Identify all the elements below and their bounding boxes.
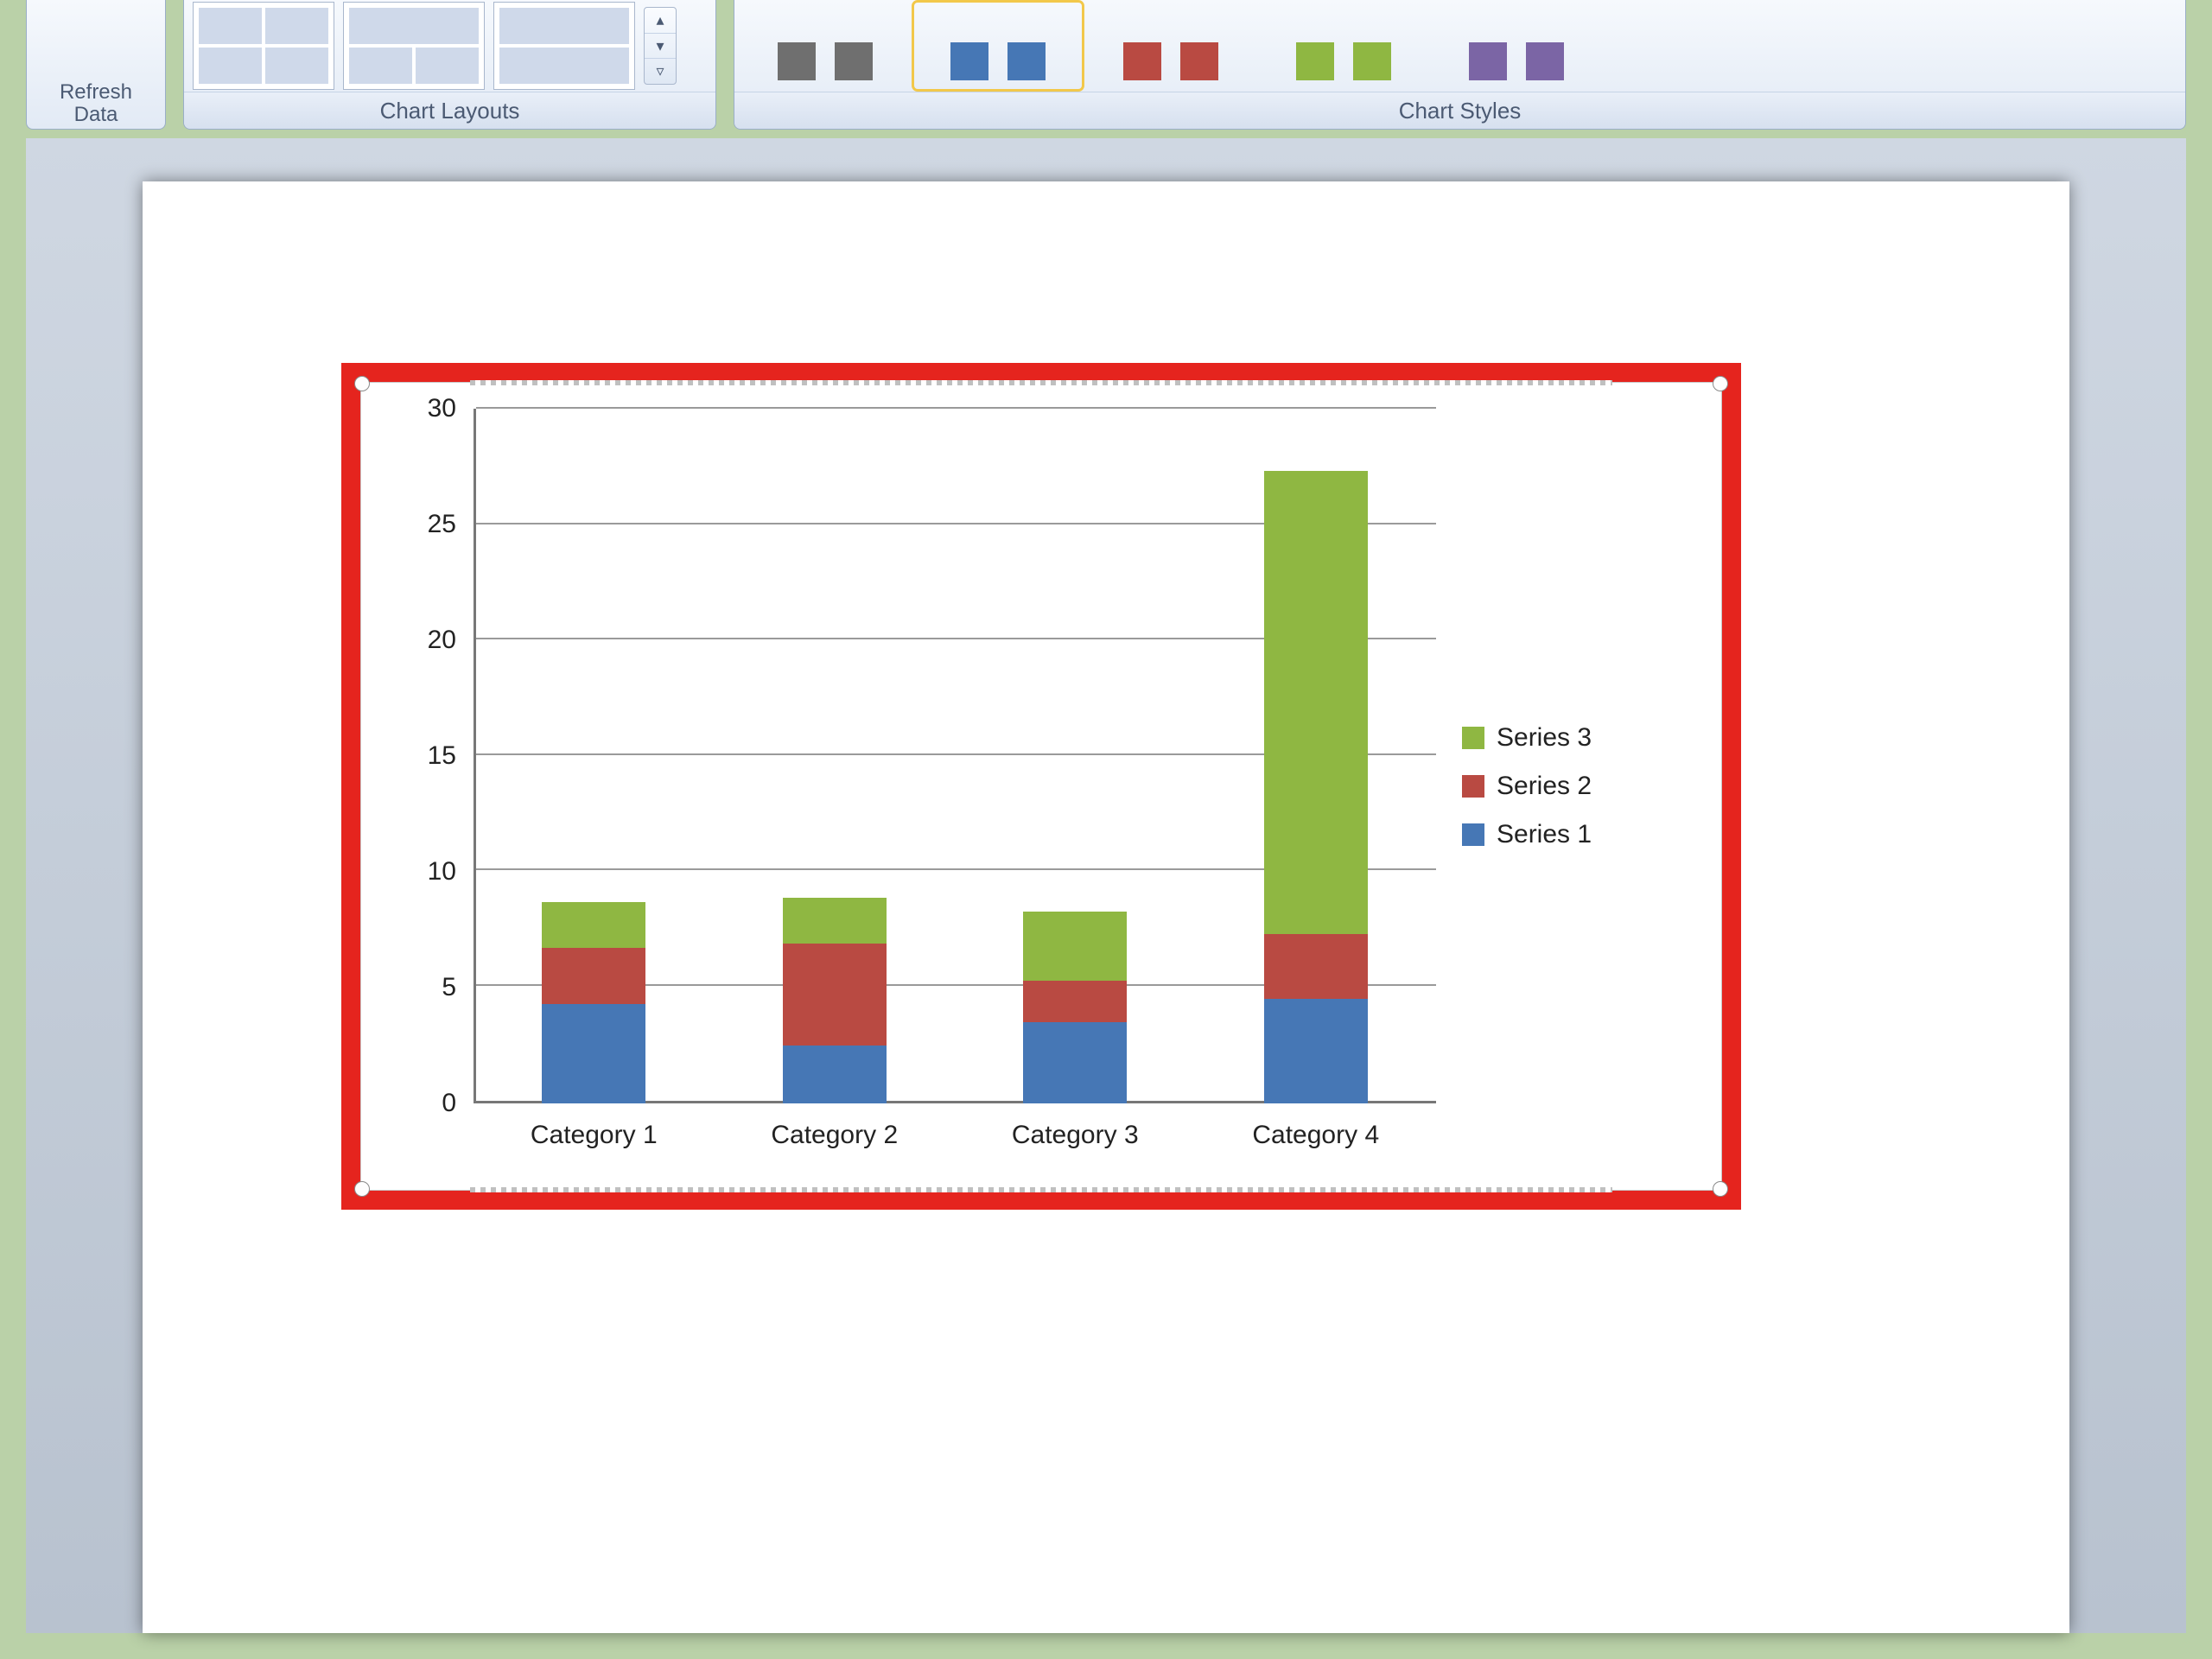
y-tick-label: 25	[428, 510, 456, 539]
chart-highlight-border: 051015202530 Category 1Category 2Categor…	[341, 363, 1741, 1210]
y-tick-label: 30	[428, 394, 456, 423]
resize-handle[interactable]	[1713, 1181, 1728, 1197]
x-tick-label: Category 3	[955, 1110, 1196, 1164]
legend-swatch	[1462, 775, 1484, 798]
ribbon-group-chart-layouts: ▴ ▾ ▿ Chart Layouts	[183, 0, 716, 130]
bar-segment[interactable]	[1264, 934, 1368, 999]
bars-container	[474, 409, 1436, 1103]
legend-item[interactable]: Series 3	[1462, 723, 1687, 753]
bar-slot	[955, 409, 1196, 1103]
bar-segment[interactable]	[542, 1004, 645, 1103]
chart-layout-more-button[interactable]: ▴ ▾ ▿	[644, 7, 677, 85]
stacked-bar[interactable]	[783, 897, 887, 1103]
bar-segment[interactable]	[783, 1046, 887, 1103]
y-tick-label: 0	[442, 1089, 456, 1118]
chart-style-option[interactable]	[743, 4, 907, 87]
expand-gallery-icon: ▿	[645, 59, 676, 84]
legend-item[interactable]: Series 1	[1462, 820, 1687, 849]
ribbon-group-chart-styles: Chart Styles	[734, 0, 2186, 130]
refresh-data-button[interactable]: Refresh Data	[35, 0, 156, 129]
style-swatch	[1353, 42, 1391, 80]
bar-segment[interactable]	[1264, 999, 1368, 1103]
refresh-data-label-2: Data	[74, 104, 118, 126]
stacked-bar[interactable]	[542, 902, 645, 1103]
chart-style-option[interactable]	[1262, 4, 1426, 87]
resize-handle[interactable]	[354, 376, 370, 391]
x-axis-labels: Category 1Category 2Category 3Category 4	[474, 1110, 1436, 1164]
plot-area[interactable]: 051015202530 Category 1Category 2Categor…	[396, 409, 1436, 1164]
chart-legend[interactable]: Series 3 Series 2 Series 1	[1436, 409, 1687, 1164]
style-swatch	[1526, 42, 1564, 80]
chart-style-option[interactable]	[1089, 4, 1253, 87]
y-axis: 051015202530	[396, 409, 465, 1103]
bar-slot	[474, 409, 715, 1103]
style-swatch	[1469, 42, 1507, 80]
style-swatch	[1007, 42, 1046, 80]
chart-layout-option[interactable]	[493, 2, 635, 90]
resize-handle[interactable]	[1713, 376, 1728, 391]
ribbon: Refresh Data ▴	[26, 0, 2186, 130]
ribbon-group-data: Refresh Data	[26, 0, 166, 130]
ribbon-group-label: Chart Layouts	[184, 92, 715, 129]
style-swatch	[1180, 42, 1218, 80]
refresh-data-label-1: Refresh	[60, 81, 132, 104]
y-tick-label: 5	[442, 973, 456, 1002]
stacked-bar[interactable]	[1023, 912, 1127, 1103]
style-swatch	[1123, 42, 1161, 80]
legend-label: Series 2	[1497, 772, 1592, 801]
legend-item[interactable]: Series 2	[1462, 772, 1687, 801]
chevron-up-icon: ▴	[645, 8, 676, 34]
bar-slot	[1196, 409, 1437, 1103]
selection-edge[interactable]	[470, 380, 1612, 385]
selection-edge[interactable]	[470, 1187, 1612, 1192]
document-workspace: 051015202530 Category 1Category 2Categor…	[26, 138, 2186, 1633]
bar-segment[interactable]	[1023, 912, 1127, 981]
document-page[interactable]: 051015202530 Category 1Category 2Categor…	[143, 181, 2069, 1633]
bar-segment[interactable]	[542, 902, 645, 949]
chart-style-option[interactable]	[1434, 4, 1599, 87]
style-swatch	[950, 42, 988, 80]
bar-segment[interactable]	[542, 948, 645, 1003]
bar-segment[interactable]	[1023, 981, 1127, 1022]
resize-handle[interactable]	[354, 1181, 370, 1197]
embedded-chart[interactable]: 051015202530 Category 1Category 2Categor…	[360, 382, 1722, 1191]
stacked-bar[interactable]	[1264, 471, 1368, 1103]
legend-swatch	[1462, 823, 1484, 846]
bar-slot	[715, 409, 956, 1103]
plot-wrap: 051015202530 Category 1Category 2Categor…	[396, 409, 1687, 1164]
x-tick-label: Category 4	[1196, 1110, 1437, 1164]
x-tick-label: Category 1	[474, 1110, 715, 1164]
legend-label: Series 3	[1497, 723, 1592, 753]
bar-segment[interactable]	[783, 898, 887, 944]
y-tick-label: 15	[428, 741, 456, 771]
style-swatch	[835, 42, 873, 80]
style-swatch	[778, 42, 816, 80]
x-tick-label: Category 2	[715, 1110, 956, 1164]
bar-segment[interactable]	[783, 944, 887, 1046]
chevron-down-icon: ▾	[645, 34, 676, 60]
legend-label: Series 1	[1497, 820, 1592, 849]
bar-segment[interactable]	[1023, 1022, 1127, 1103]
y-tick-label: 10	[428, 857, 456, 887]
y-tick-label: 20	[428, 626, 456, 655]
style-swatch	[1296, 42, 1334, 80]
chart-layout-option[interactable]	[343, 2, 485, 90]
legend-swatch	[1462, 727, 1484, 749]
chart-layout-option[interactable]	[193, 2, 334, 90]
bar-segment[interactable]	[1264, 471, 1368, 934]
chart-style-option[interactable]	[916, 4, 1080, 87]
ribbon-group-label: Chart Styles	[734, 92, 2185, 129]
